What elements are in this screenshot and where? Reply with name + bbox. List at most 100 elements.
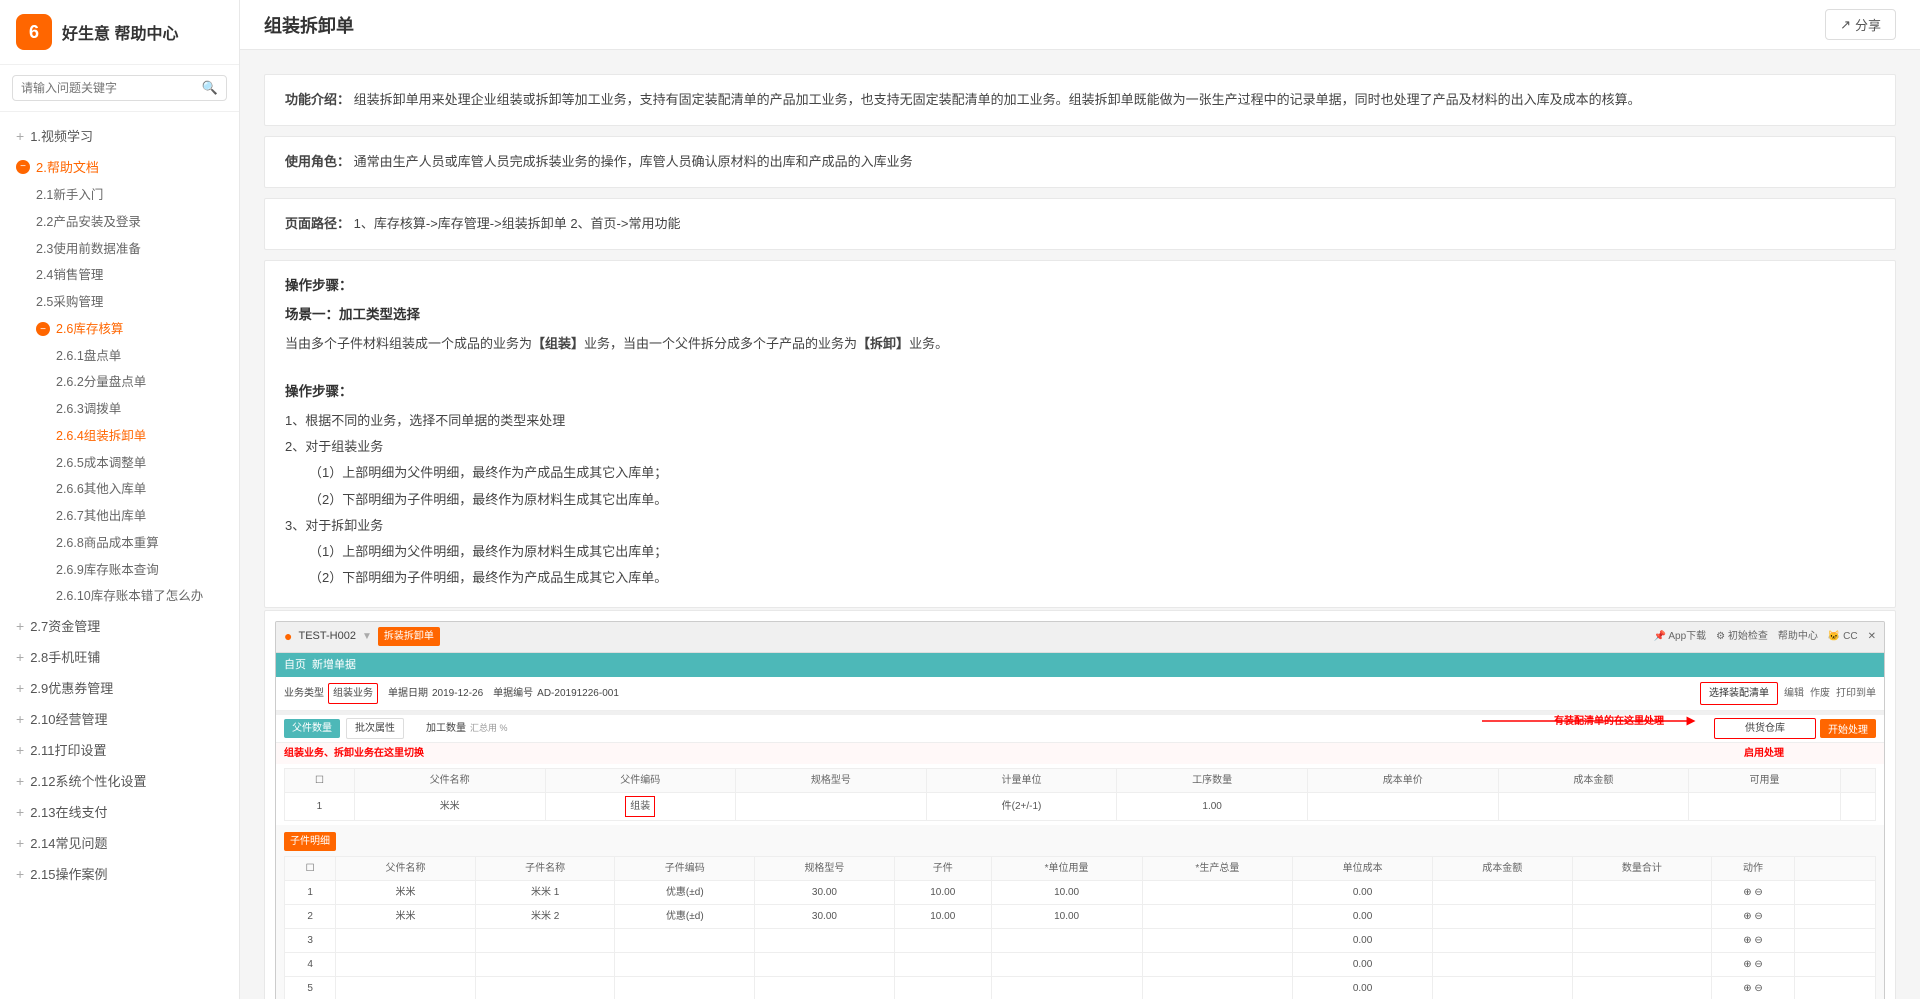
sidebar-item-purchase[interactable]: 2.5采购管理	[28, 289, 239, 316]
sidebar-item-costadj[interactable]: 2.6.5成本调整单	[48, 450, 239, 477]
type-label: 业务类型	[284, 685, 324, 702]
content-area: 功能介绍： 组装拆卸单用来处理企业组装或拆卸等加工业务，支持有固定装配清单的产品…	[240, 50, 1920, 999]
process-input: 供货仓库	[1714, 718, 1816, 739]
chrome-new-btn: 拆装拆卸单	[378, 627, 440, 646]
action-delete: 作废	[1810, 685, 1830, 702]
chrome-close: ✕	[1868, 628, 1876, 645]
date-label: 单据日期	[388, 685, 428, 702]
chrome-user: 🐱 CC	[1828, 628, 1858, 645]
annotation-label2: 组装业务、拆卸业务在这里切换	[284, 748, 424, 759]
child-row-3: 3 0.00 ⊕ ⊖	[285, 929, 1876, 953]
sidebar-item-costrecalc[interactable]: 2.6.8商品成本重算	[48, 530, 239, 557]
page-title: 组装拆卸单	[264, 12, 354, 38]
chrome-nav2: ⚙ 初始检查	[1716, 628, 1768, 645]
form-num-field: 单据编号 AD-20191226-001	[493, 685, 619, 702]
active-bullet: −	[16, 160, 30, 174]
payment-expand-icon: +	[16, 804, 24, 820]
tab-active: 父件数量	[284, 719, 340, 738]
sidebar-item-splitstocktake[interactable]: 2.6.2分量盘点单	[48, 369, 239, 396]
sidebar-item-finance[interactable]: + 2.7资金管理	[0, 610, 239, 641]
main-content: 组装拆卸单 ↗ 分享 功能介绍： 组装拆卸单用来处理企业组装或拆卸等加工业务，支…	[240, 0, 1920, 999]
nav-list: + 1.视频学习 − 2.帮助文档 2.1新手入门 2.2产品安装及登录 2.3…	[0, 112, 239, 999]
col-available: 可用量	[1689, 769, 1841, 793]
sidebar-item-print[interactable]: + 2.11打印设置	[0, 734, 239, 765]
col-ops	[1840, 769, 1875, 793]
sidebar-item-ledger[interactable]: 2.6.9库存账本查询	[48, 557, 239, 584]
chrome-nav3: 帮助中心	[1778, 628, 1818, 645]
col-spec: 规格型号	[736, 769, 927, 793]
sidebar-item-coupon[interactable]: + 2.9优惠券管理	[0, 672, 239, 703]
tab-inactive: 批次属性	[346, 718, 404, 739]
form-date-field: 单据日期 2019-12-26	[388, 685, 483, 702]
annotation-top: 有装配清单的在这里处理	[276, 711, 1884, 715]
sidebar-item-video[interactable]: + 1.视频学习	[0, 120, 239, 151]
sidebar-item-payment[interactable]: + 2.13在线支付	[0, 796, 239, 827]
path-text: 1、库存核算->库存管理->组装拆卸单 2、首页->常用功能	[354, 216, 681, 231]
sidebar-item-ops[interactable]: + 2.10经营管理	[0, 703, 239, 734]
child-col-qty1: *单位用量	[991, 857, 1142, 881]
child-col-cost2: 成本金额	[1432, 857, 1572, 881]
sidebar-item-newbie[interactable]: 2.1新手入门	[28, 182, 239, 209]
sidebar-item-data[interactable]: 2.3使用前数据准备	[28, 236, 239, 263]
sidebar-item-otherin[interactable]: 2.6.6其他入库单	[48, 476, 239, 503]
action-edit: 编辑	[1784, 685, 1804, 702]
form-header: 业务类型 组装业务 单据日期 2019-12-26 单据编号 AD-201912…	[276, 677, 1884, 711]
sidebar-item-assembly[interactable]: 2.6.4组装拆卸单	[48, 423, 239, 450]
child-row-1: 1 米米 米米 1 优惠(±d) 30.00 10.00 10.00 0.00	[285, 881, 1876, 905]
sidebar-item-ledgererror[interactable]: 2.6.10库存账本错了怎么办	[48, 583, 239, 610]
sidebar-item-custom-label: 2.12系统个性化设置	[30, 771, 146, 790]
sidebar-item-custom[interactable]: + 2.12系统个性化设置	[0, 765, 239, 796]
sidebar-item-adjust[interactable]: 2.6.3调拨单	[48, 396, 239, 423]
role-block: 使用角色： 通常由生产人员或库管人员完成拆装业务的操作，库管人员确认原材料的出库…	[264, 136, 1896, 188]
annotation-label3: 启用处理	[1744, 745, 1784, 762]
step2-2: （2）下部明细为子件明细，最终作为原材料生成其它出库单。	[285, 489, 1875, 511]
col-qty: 计量单位	[926, 769, 1117, 793]
sidebar-item-faq-label: 2.14常见问题	[30, 833, 107, 852]
sidebar-item-case-label: 2.15操作案例	[30, 864, 107, 883]
cell-check: 1	[285, 793, 355, 821]
sidebar-item-docs-label: 2.帮助文档	[36, 157, 99, 176]
child-col-actions: 动作	[1712, 857, 1795, 881]
child-row-5: 5 0.00 ⊕ ⊖	[285, 977, 1876, 999]
path-block: 页面路径： 1、库存核算->库存管理->组装拆卸单 2、首页->常用功能	[264, 198, 1896, 250]
sidebar-item-payment-label: 2.13在线支付	[30, 802, 107, 821]
screenshot-chrome: ● TEST-H002 ▼ 拆装拆卸单 📌 App下载 ⚙ 初始检查 帮助中心 …	[276, 622, 1884, 653]
inventory-bullet: −	[36, 322, 50, 336]
finance-expand-icon: +	[16, 618, 24, 634]
cell-avail	[1689, 793, 1841, 821]
col-cost: 成本单价	[1307, 769, 1498, 793]
intro-label: 功能介绍：	[285, 92, 350, 107]
annotation-row2: 组装业务、拆卸业务在这里切换 启用处理	[276, 743, 1884, 764]
sidebar-item-video-label: 1.视频学习	[30, 126, 93, 145]
sidebar-item-docs[interactable]: − 2.帮助文档	[0, 151, 239, 182]
search-area: 🔍	[0, 65, 239, 112]
sidebar-item-sales[interactable]: 2.4销售管理	[28, 262, 239, 289]
sidebar-item-case[interactable]: + 2.15操作案例	[0, 858, 239, 889]
sidebar-item-otherout[interactable]: 2.6.7其他出库单	[48, 503, 239, 530]
qty-field: 加工数量 汇总用 %	[426, 720, 508, 737]
docs-subnav: 2.1新手入门 2.2产品安装及登录 2.3使用前数据准备 2.4销售管理 2.…	[0, 182, 239, 610]
form-type-field: 业务类型 组装业务	[284, 683, 378, 704]
sidebar-item-faq[interactable]: + 2.14常见问题	[0, 827, 239, 858]
child-col-cost1: 单位成本	[1293, 857, 1433, 881]
custom-expand-icon: +	[16, 773, 24, 789]
date-value: 2019-12-26	[432, 685, 483, 702]
app-name: 好生意 帮助中心	[62, 20, 178, 44]
sidebar-item-stocktake[interactable]: 2.6.1盘点单	[48, 343, 239, 370]
sidebar-item-ops-label: 2.10经营管理	[30, 709, 107, 728]
search-input[interactable]	[21, 81, 202, 95]
cell-cost-total	[1498, 793, 1689, 821]
ops-expand-icon: +	[16, 711, 24, 727]
sidebar: 6 好生意 帮助中心 🔍 + 1.视频学习 − 2.帮助文档 2.1新手入门	[0, 0, 240, 999]
nav-add: 新增单据	[312, 656, 356, 675]
child-table-container: 子件明细 ☐ 父件名称 子件名称 子件编码 规格型号 子件 *单位用量	[276, 825, 1884, 999]
sidebar-item-inventory[interactable]: − 2.6库存核算	[28, 316, 239, 343]
sidebar-item-purchase-label: 2.5采购管理	[36, 293, 103, 312]
search-box[interactable]: 🔍	[12, 75, 227, 101]
sidebar-item-install[interactable]: 2.2产品安装及登录	[28, 209, 239, 236]
child-col-extra	[1794, 857, 1875, 881]
share-button[interactable]: ↗ 分享	[1825, 9, 1896, 40]
mobile-expand-icon: +	[16, 649, 24, 665]
cell-code: 组装	[545, 793, 736, 821]
sidebar-item-mobile[interactable]: + 2.8手机旺铺	[0, 641, 239, 672]
